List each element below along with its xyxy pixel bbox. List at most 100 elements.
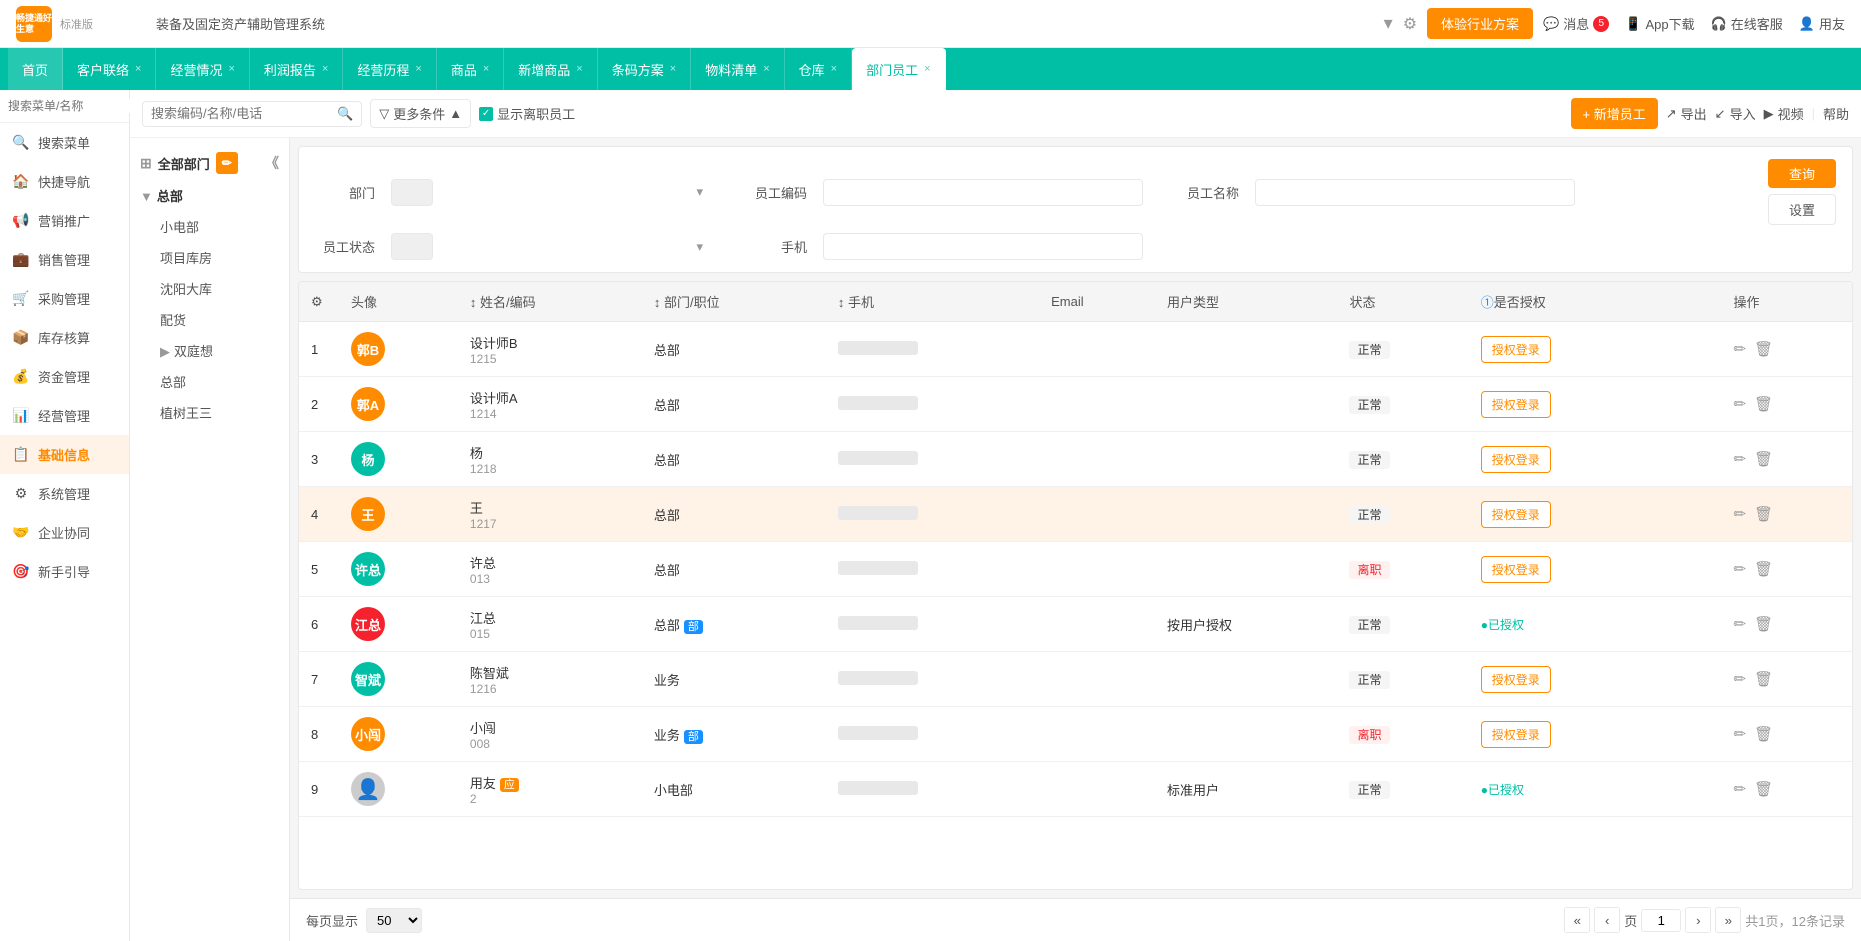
nav-new-goods[interactable]: 新增商品 × (504, 48, 597, 90)
nav-history[interactable]: 经营历程 × (343, 48, 436, 90)
sidebar-item-search[interactable]: 🔍 搜索菜单 (0, 123, 129, 162)
nav-profit[interactable]: 利润报告 × (250, 48, 343, 90)
th-auth[interactable]: ①是否授权 (1469, 282, 1662, 322)
emp-status-select[interactable] (391, 233, 433, 260)
help-button[interactable]: 帮助 (1823, 104, 1849, 123)
set-button[interactable]: 设置 (1768, 194, 1836, 225)
auth-login-button[interactable]: 授权登录 (1481, 501, 1551, 528)
auth-login-button[interactable]: 授权登录 (1481, 391, 1551, 418)
emp-name-input[interactable] (1255, 179, 1575, 206)
message-action[interactable]: 💬 消息 5 (1543, 14, 1609, 33)
employee-search-input[interactable] (151, 106, 331, 121)
nav-home[interactable]: 首页 (8, 48, 63, 90)
more-filter-button[interactable]: ▽ 更多条件 ▲ (370, 99, 471, 128)
delete-button[interactable]: 🗑 (1754, 505, 1773, 523)
sidebar-item-inventory[interactable]: 📦 库存核算 (0, 318, 129, 357)
th-phone[interactable]: ↕ 手机 (826, 282, 1039, 322)
last-page-button[interactable]: » (1715, 907, 1741, 933)
dept-select[interactable] (391, 179, 433, 206)
edit-button[interactable]: ✏ (1734, 780, 1747, 798)
edit-button[interactable]: ✏ (1734, 725, 1747, 743)
th-dept[interactable]: ↕ 部门/职位 (642, 282, 826, 322)
delete-button[interactable]: 🗑 (1754, 725, 1773, 743)
edit-button[interactable]: ✏ (1734, 670, 1747, 688)
query-button[interactable]: 查询 (1768, 159, 1836, 188)
settings-icon[interactable]: ⚙ (1403, 14, 1417, 34)
delete-button[interactable]: 🗑 (1754, 560, 1773, 578)
add-employee-button[interactable]: + 新增员工 (1571, 98, 1658, 129)
table-row: 6 江总 江总 015 总部部 按用户授权 正常 ●已授权 ✏ 🗑 (299, 597, 1852, 652)
edit-button[interactable]: ✏ (1734, 340, 1747, 358)
prev-page-button[interactable]: ‹ (1594, 907, 1620, 933)
td-dept: 业务部 (642, 707, 826, 762)
export-button[interactable]: ↗ 导出 (1666, 104, 1707, 123)
td-avatar: 郭A (339, 377, 458, 432)
user-action[interactable]: 👤 用友 (1799, 14, 1845, 33)
dept-item-project[interactable]: 项目库房 (130, 242, 289, 273)
edit-button[interactable]: ✏ (1734, 395, 1747, 413)
dept-edit-button[interactable]: ✏ (216, 152, 238, 174)
service-action[interactable]: 🎧 在线客服 (1711, 14, 1783, 33)
dept-item-shuangting[interactable]: ▶双庭想 (130, 335, 289, 366)
next-page-button[interactable]: › (1685, 907, 1711, 933)
dept-collapse-button[interactable]: 《 (265, 153, 279, 173)
delete-button[interactable]: 🗑 (1754, 780, 1773, 798)
nav-employee[interactable]: 部门员工 × (852, 48, 945, 90)
nav-operation[interactable]: 经营情况 × (156, 48, 249, 90)
edit-button[interactable]: ✏ (1734, 450, 1747, 468)
all-dept-label[interactable]: 全部部门 (158, 154, 210, 173)
sidebar-item-guide[interactable]: 🎯 新手引导 (0, 552, 129, 591)
th-name[interactable]: ↕ 姓名/编码 (458, 282, 642, 322)
sidebar-item-nav[interactable]: 🏠 快捷导航 (0, 162, 129, 201)
dropdown-icon[interactable]: ▾ (1384, 13, 1393, 34)
delete-button[interactable]: 🗑 (1754, 670, 1773, 688)
edit-button[interactable]: ✏ (1734, 505, 1747, 523)
nav-goods[interactable]: 商品 × (437, 48, 504, 90)
dept-item-small-elec[interactable]: 小电部 (130, 211, 289, 242)
first-page-button[interactable]: « (1564, 907, 1590, 933)
phone-blur (838, 451, 918, 465)
td-usertype (1155, 322, 1338, 377)
status-badge: 正常 (1349, 506, 1389, 524)
nav-bar: 首页 客户联络 × 经营情况 × 利润报告 × 经营历程 × 商品 × 新增商品… (0, 48, 1861, 90)
edit-button[interactable]: ✏ (1734, 560, 1747, 578)
trial-button[interactable]: 体验行业方案 (1427, 8, 1533, 39)
emp-code-input[interactable] (823, 179, 1143, 206)
delete-button[interactable]: 🗑 (1754, 340, 1773, 358)
app-download-action[interactable]: 📱 App下载 (1625, 14, 1694, 33)
auth-login-button[interactable]: 授权登录 (1481, 336, 1551, 363)
sidebar-item-finance[interactable]: 💰 资金管理 (0, 357, 129, 396)
nav-customer[interactable]: 客户联络 × (63, 48, 156, 90)
auth-login-button[interactable]: 授权登录 (1481, 446, 1551, 473)
phone-input[interactable] (823, 233, 1143, 260)
delete-button[interactable]: 🗑 (1754, 450, 1773, 468)
nav-warehouse[interactable]: 仓库 × (785, 48, 852, 90)
show-resigned-toggle[interactable]: ✓ 显示离职员工 (479, 104, 575, 123)
dept-item-shenyang[interactable]: 沈阳大库 (130, 273, 289, 304)
sidebar-item-marketing[interactable]: 📢 营销推广 (0, 201, 129, 240)
th-settings[interactable]: ⚙ (299, 282, 339, 322)
auth-login-button[interactable]: 授权登录 (1481, 556, 1551, 583)
sidebar-item-basic[interactable]: 📋 基础信息 (0, 435, 129, 474)
sidebar-item-system[interactable]: ⚙ 系统管理 (0, 474, 129, 513)
nav-barcode[interactable]: 条码方案 × (598, 48, 691, 90)
auth-login-button[interactable]: 授权登录 (1481, 721, 1551, 748)
view-button[interactable]: ▶ 视频 (1764, 104, 1804, 123)
nav-bom[interactable]: 物料清单 × (691, 48, 784, 90)
delete-button[interactable]: 🗑 (1754, 615, 1773, 633)
sidebar-item-purchase[interactable]: 🛒 采购管理 (0, 279, 129, 318)
edit-button[interactable]: ✏ (1734, 615, 1747, 633)
dept-item-peihuo[interactable]: 配货 (130, 304, 289, 335)
sidebar-item-collab[interactable]: 🤝 企业协同 (0, 513, 129, 552)
status-badge: 正常 (1349, 616, 1389, 634)
import-button[interactable]: ↙ 导入 (1715, 104, 1756, 123)
page-number-input[interactable] (1641, 909, 1681, 932)
auth-login-button[interactable]: 授权登录 (1481, 666, 1551, 693)
page-size-select[interactable]: 50 100 (366, 908, 422, 933)
delete-button[interactable]: 🗑 (1754, 395, 1773, 413)
sidebar-item-sales[interactable]: 💼 销售管理 (0, 240, 129, 279)
dept-item-zongbu[interactable]: 总部 (130, 366, 289, 397)
table-header-row: ⚙ 头像 ↕ 姓名/编码 ↕ 部门/职位 ↕ 手机 Email 用户类型 状态 … (299, 282, 1852, 322)
sidebar-item-management[interactable]: 📊 经营管理 (0, 396, 129, 435)
dept-item-zhishu[interactable]: 植树王三 (130, 397, 289, 428)
